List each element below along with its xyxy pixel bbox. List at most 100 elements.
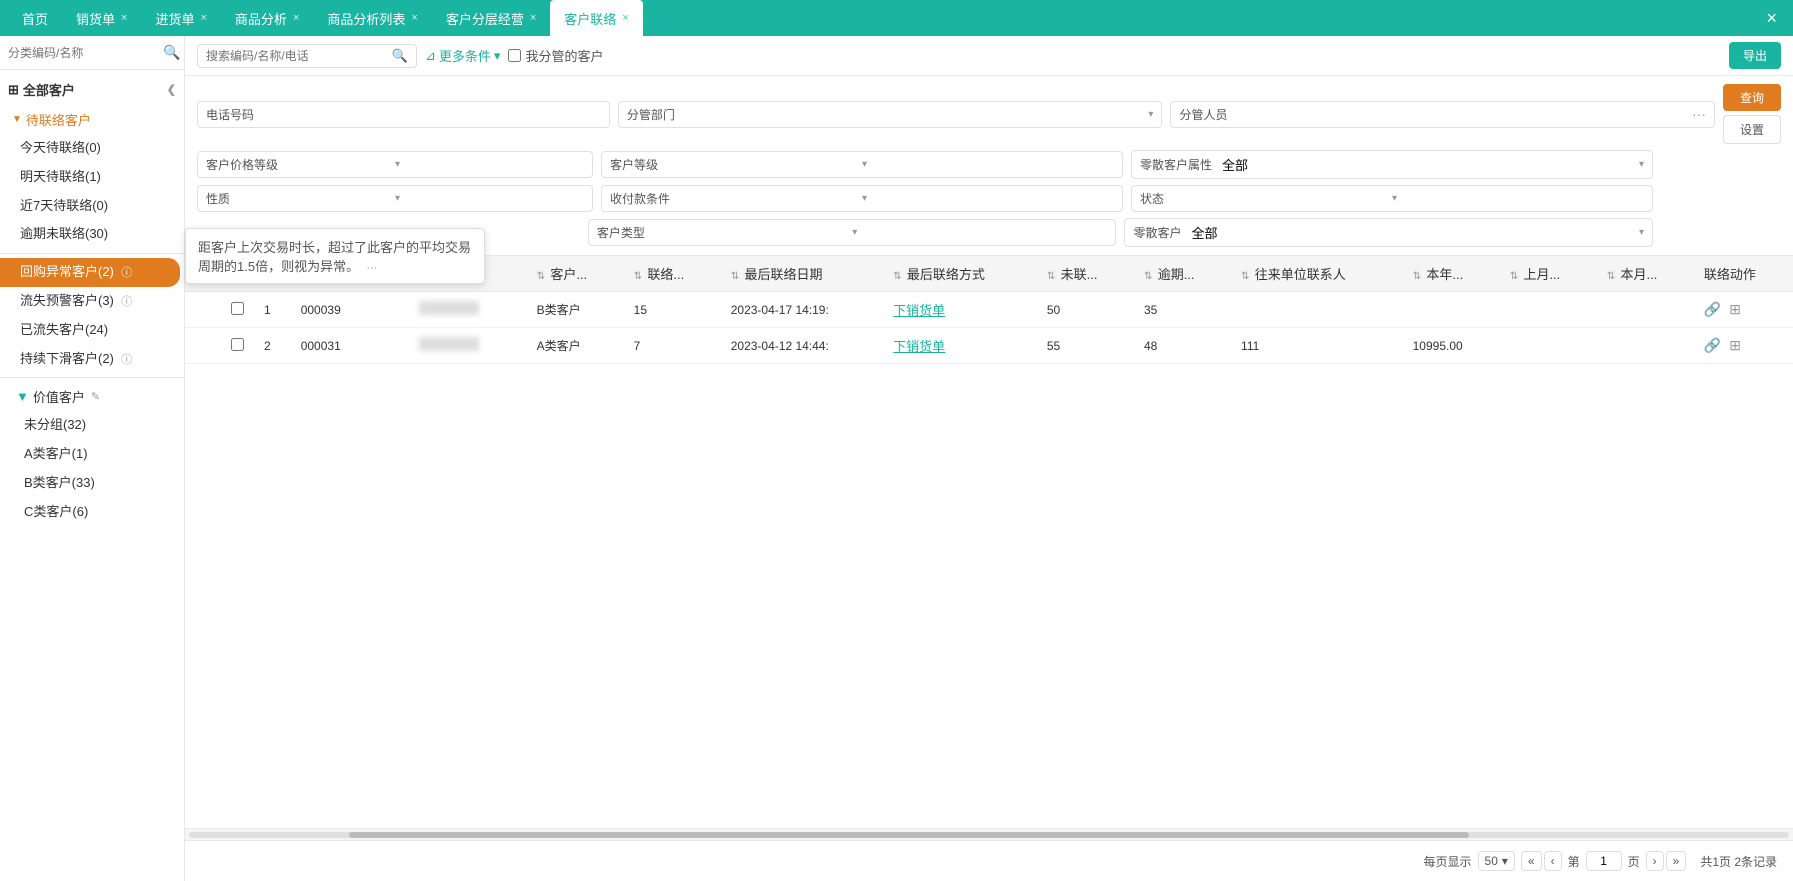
query-button[interactable]: 查询 <box>1723 84 1781 111</box>
row-link-icon-1[interactable]: 🔗 <box>1704 337 1721 354</box>
col-partner-contact[interactable]: ⇅ 往来单位联系人 <box>1231 256 1403 292</box>
close-all-button[interactable]: × <box>1758 8 1785 29</box>
filter-search-icon[interactable]: 🔍 <box>392 48 408 64</box>
row-last-method-link-1[interactable]: 下销货单 <box>893 339 945 354</box>
tab-product-analysis[interactable]: 商品分析 × <box>221 0 313 36</box>
next-page-btn[interactable]: › <box>1646 851 1664 871</box>
total-records: 共1页 2条记录 <box>1700 853 1777 870</box>
gender-select[interactable]: 性质 ▾ <box>197 185 593 212</box>
prev-page-btn[interactable]: ‹ <box>1544 851 1562 871</box>
payment-select[interactable]: 收付款条件 ▾ <box>601 185 1123 212</box>
price-level-select[interactable]: 客户价格等级 ▾ <box>197 151 593 178</box>
export-button[interactable]: 导出 <box>1729 42 1781 69</box>
customer-type-select[interactable]: 客户类型 ▾ <box>588 219 1117 246</box>
sidebar-divider-1 <box>0 253 184 254</box>
sort-icon-partner: ⇅ <box>1241 271 1249 282</box>
tab-customer-segment-close[interactable]: × <box>530 12 536 24</box>
tab-sales-close[interactable]: × <box>121 12 127 24</box>
retail-attr-field[interactable]: 零散客户属性 全部 ▾ <box>1131 150 1653 179</box>
sidebar-collapse-btn[interactable]: ❮ <box>167 83 176 96</box>
tomorrow-label: 明天待联络(1) <box>20 169 101 184</box>
sidebar-item-continuous-decline[interactable]: 持续下滑客户(2) ⓘ <box>0 345 184 374</box>
more-filters-button[interactable]: ⊿ 更多条件 ▾ <box>425 46 500 65</box>
horizontal-scrollbar[interactable] <box>185 828 1793 840</box>
col-type[interactable]: ⇅ 客户... <box>527 256 624 292</box>
tab-customer-contact[interactable]: 客户联络 × <box>550 0 642 36</box>
info-icon-2[interactable]: ⓘ <box>121 296 132 308</box>
sidebar-item-overdue[interactable]: 逾期未联络(30) <box>0 220 184 249</box>
sidebar-item-a-class[interactable]: A类客户(1) <box>4 440 184 469</box>
col-uncontacted[interactable]: ⇅ 未联... <box>1037 256 1134 292</box>
row-checkbox-input-0[interactable] <box>231 302 244 315</box>
scrollbar-thumb[interactable] <box>349 832 1469 838</box>
sidebar-item-tomorrow[interactable]: 明天待联络(1) <box>0 163 184 192</box>
tab-customer-segment[interactable]: 客户分层经营 × <box>432 0 550 36</box>
tab-sales[interactable]: 销货单 × <box>62 0 141 36</box>
sidebar-item-already-lost[interactable]: 已流失客户(24) <box>0 316 184 345</box>
tab-purchase-close[interactable]: × <box>200 12 206 24</box>
edit-icon[interactable]: ✎ <box>91 390 100 403</box>
payment-label: 收付款条件 <box>610 190 862 207</box>
col-last-date[interactable]: ⇅ 最后联络日期 <box>721 256 883 292</box>
sidebar-item-ungroup[interactable]: 未分组(32) <box>4 411 184 440</box>
sidebar-item-c-class[interactable]: C类客户(6) <box>4 498 184 527</box>
col-last-method[interactable]: ⇅ 最后联络方式 <box>883 256 1037 292</box>
value-customer-header[interactable]: ▼ 价值客户 ✎ <box>4 382 184 411</box>
tab-product-analysis-close[interactable]: × <box>293 12 299 24</box>
info-icon-3[interactable]: ⓘ <box>121 354 132 366</box>
sort-icon-contact-count: ⇅ <box>634 271 642 282</box>
info-icon[interactable]: ⓘ <box>121 267 132 279</box>
col-overdue[interactable]: ⇅ 逾期... <box>1134 256 1231 292</box>
tab-customer-contact-close[interactable]: × <box>622 12 628 24</box>
per-page-select[interactable]: 50 ▾ <box>1478 851 1515 871</box>
retail-attr-value: 全部 <box>1222 155 1248 174</box>
tab-product-list[interactable]: 商品分析列表 × <box>313 0 431 36</box>
my-customers-checkbox[interactable] <box>508 49 521 62</box>
sidebar-item-today[interactable]: 今天待联络(0) <box>0 134 184 163</box>
col-contact-count-label: 联络... <box>647 267 684 282</box>
reset-button[interactable]: 设置 <box>1723 115 1781 144</box>
retail-customer-label: 零散客户 <box>1133 224 1181 241</box>
customer-level-select[interactable]: 客户等级 ▾ <box>601 151 1123 178</box>
col-last-date-label: 最后联络日期 <box>744 267 822 282</box>
sidebar-item-b-class[interactable]: B类客户(33) <box>4 469 184 498</box>
row-contact-count-1: 7 <box>624 328 721 364</box>
lost-predicted-label: 流失预警客户(3) <box>20 293 114 308</box>
row-more-icon-1[interactable]: ⊞ <box>1729 337 1741 354</box>
sidebar-item-lost-predicted[interactable]: 流失预警客户(3) ⓘ <box>0 287 184 316</box>
col-last-month[interactable]: ⇅ 上月... <box>1500 256 1597 292</box>
phone-input[interactable] <box>260 107 601 121</box>
all-customers-header[interactable]: ⊞ 全部客户 ❮ <box>0 74 184 105</box>
row-type-0: B类客户 <box>527 292 624 328</box>
row-checkbox-input-1[interactable] <box>231 338 244 351</box>
tab-product-list-close[interactable]: × <box>411 12 417 24</box>
first-page-btn[interactable]: « <box>1521 851 1542 871</box>
branch-person-field[interactable]: 分管人员 ··· <box>1170 101 1715 128</box>
status-select[interactable]: 状态 ▾ <box>1131 185 1653 212</box>
col-contact-count[interactable]: ⇅ 联络... <box>624 256 721 292</box>
row-last-method-link-0[interactable]: 下销货单 <box>893 303 945 318</box>
more-dots-icon[interactable]: ··· <box>1692 106 1706 122</box>
row-more-icon-0[interactable]: ⊞ <box>1729 301 1741 318</box>
tab-home[interactable]: 首页 <box>8 0 62 36</box>
retail-customer-field[interactable]: 零散客户 全部 ▾ <box>1124 218 1653 247</box>
row-checkbox-1 <box>221 328 254 364</box>
tab-product-analysis-label: 商品分析 <box>235 9 287 28</box>
last-page-btn[interactable]: » <box>1666 851 1687 871</box>
branch-dept-field[interactable]: 分管部门 ▾ <box>618 101 1163 128</box>
col-this-year[interactable]: ⇅ 本年... <box>1403 256 1500 292</box>
sidebar-item-repurchase-abnormal[interactable]: 回购异常客户(2) ⓘ <box>0 258 180 287</box>
row-this-month-1 <box>1597 328 1694 364</box>
col-this-month[interactable]: ⇅ 本月... <box>1597 256 1694 292</box>
filter-search-input[interactable] <box>206 49 392 63</box>
tab-purchase[interactable]: 进货单 × <box>141 0 220 36</box>
pending-group-header[interactable]: ▼ 待联络客户 <box>0 105 184 134</box>
row-index-1: 2 <box>254 328 291 364</box>
page-input[interactable] <box>1586 851 1622 871</box>
row-last-month-0 <box>1500 292 1597 328</box>
row-link-icon-0[interactable]: 🔗 <box>1704 301 1721 318</box>
filter-icon: ⊿ <box>425 48 436 64</box>
sidebar-item-7days[interactable]: 近7天待联络(0) <box>0 192 184 221</box>
sidebar-search-icon[interactable]: 🔍 <box>163 44 180 61</box>
sidebar-search-input[interactable] <box>8 46 163 60</box>
